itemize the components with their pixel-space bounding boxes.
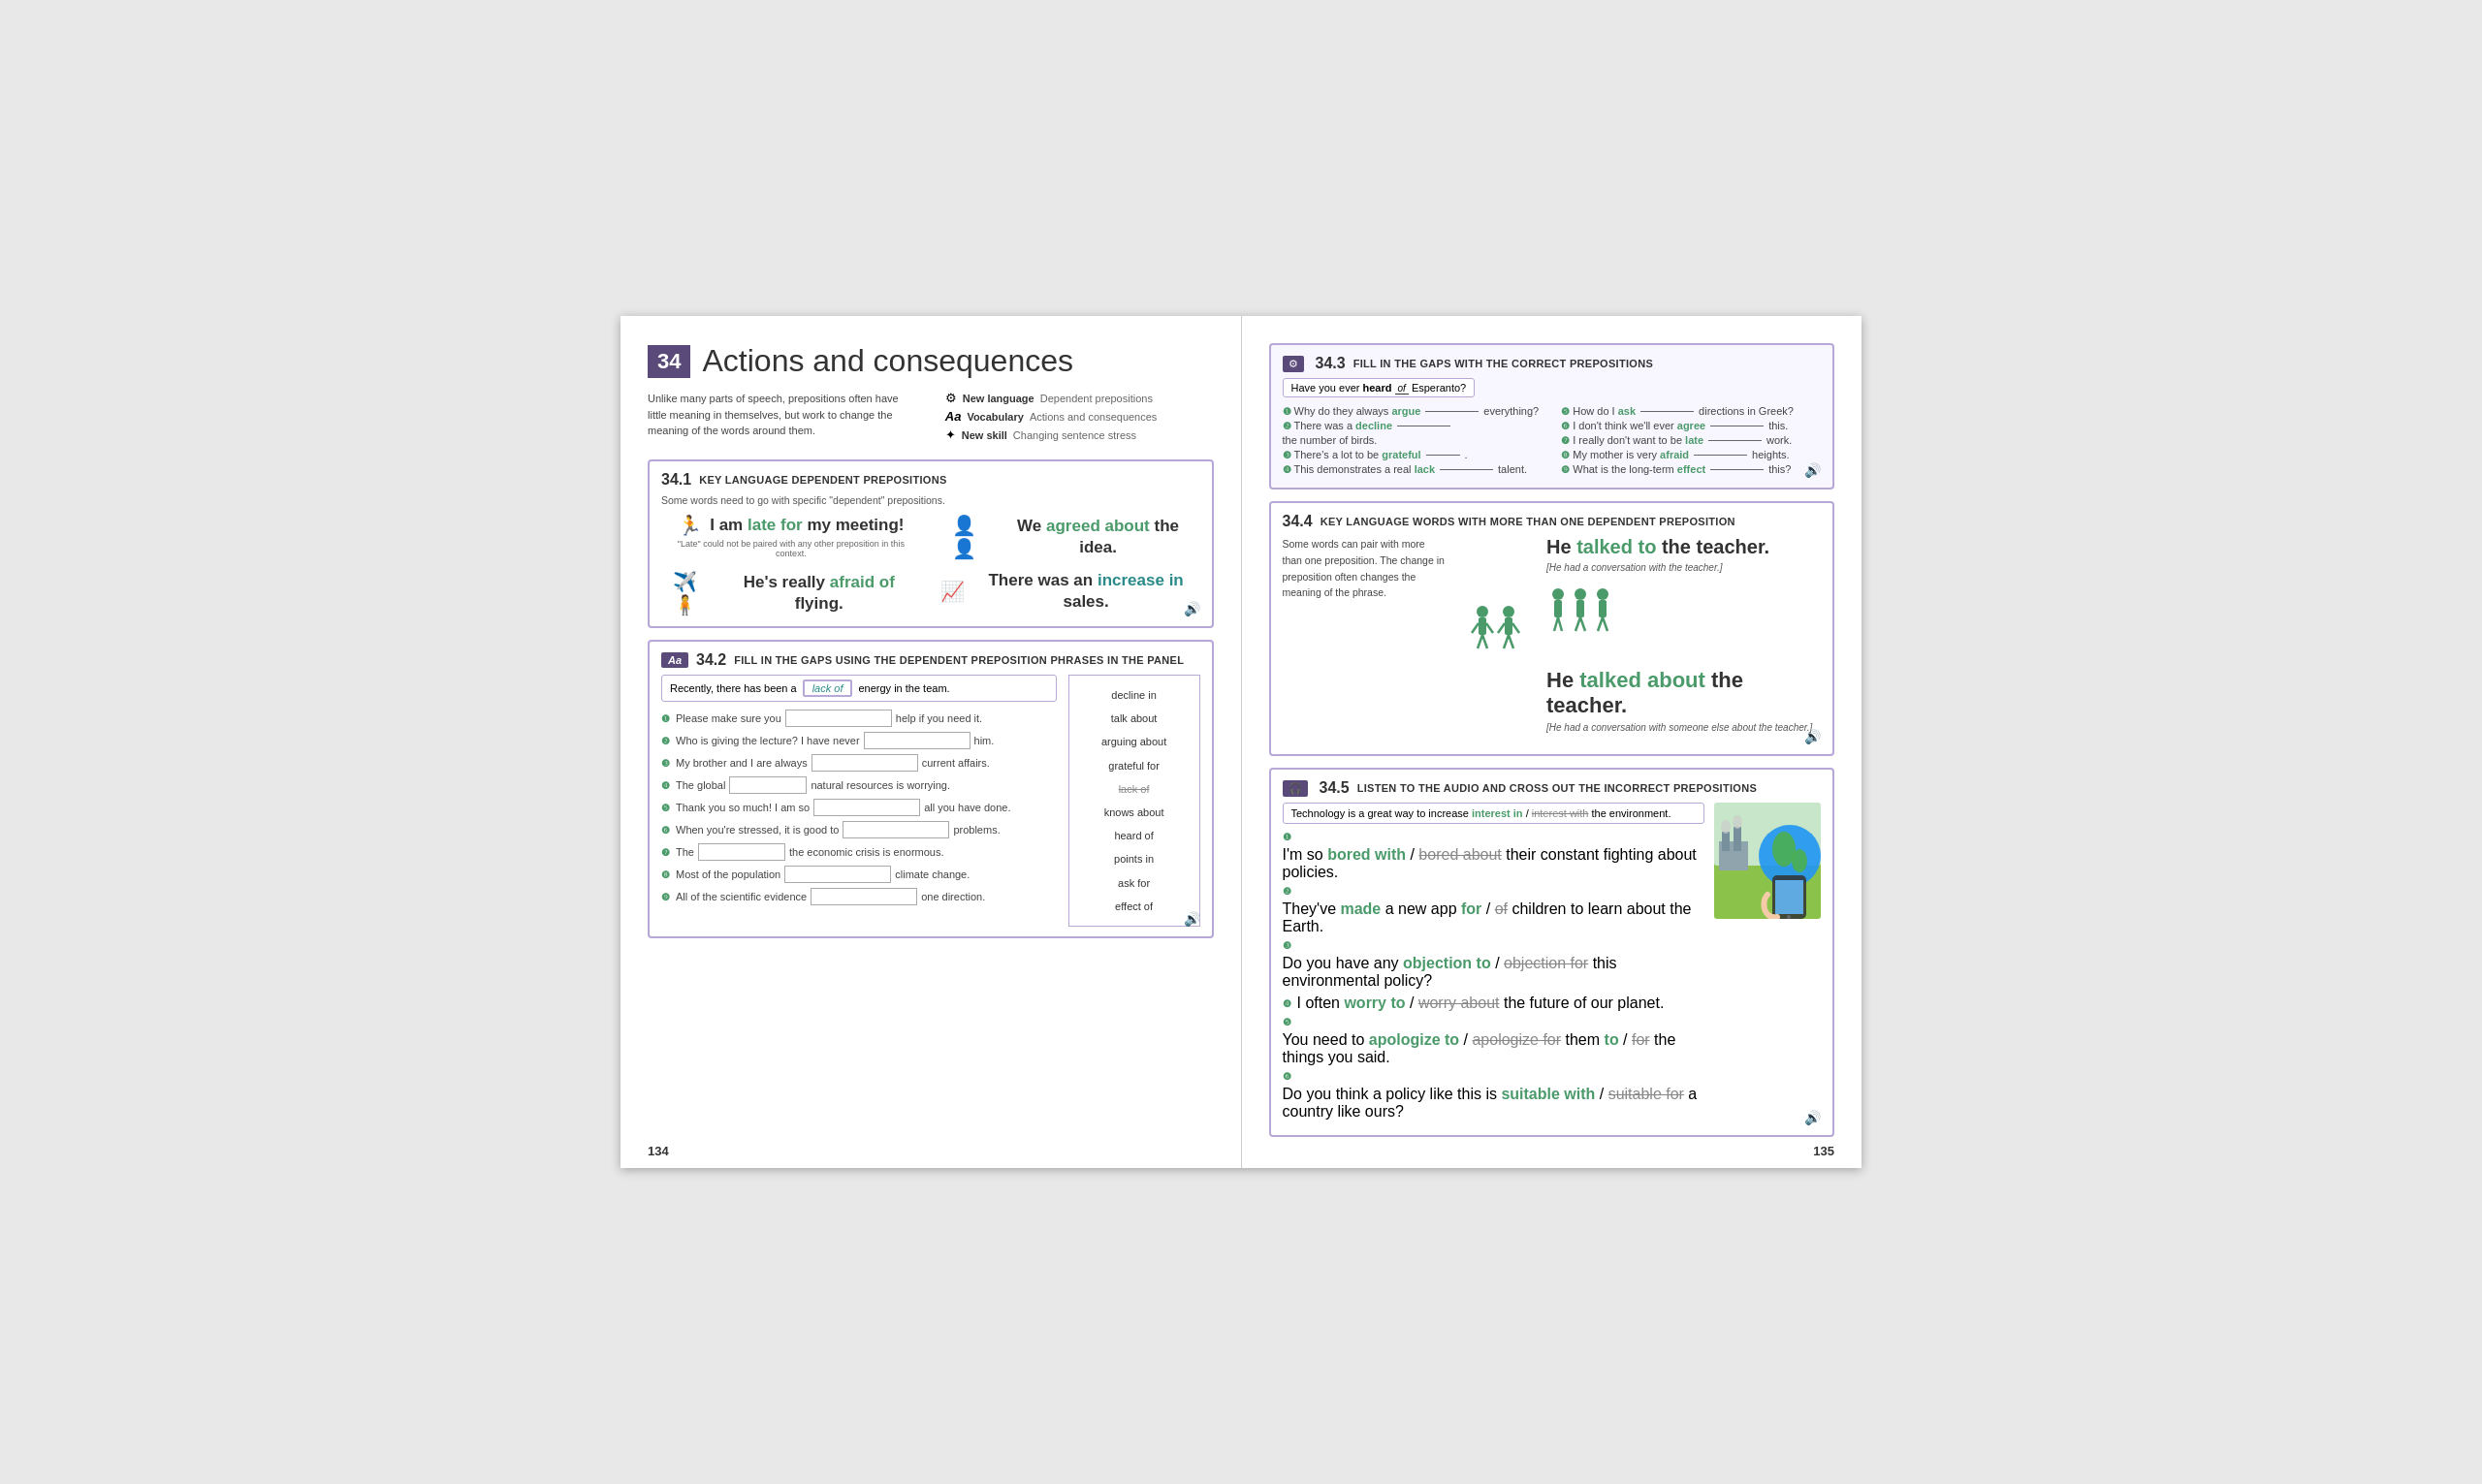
- svg-line-10: [1504, 635, 1509, 648]
- speaker-icon-341[interactable]: 🔊: [1184, 601, 1200, 616]
- svg-line-22: [1598, 617, 1603, 631]
- fill-sentence-2: ❷ Who is giving the lecture? I have neve…: [661, 732, 1057, 749]
- gap-input-3[interactable]: [811, 754, 918, 772]
- audio-sentence-4: ❹ I often worry to / worry about the fut…: [1283, 995, 1705, 1012]
- fill-left: Recently, there has been a lack of energ…: [661, 675, 1057, 927]
- intro-row: Unlike many parts of speech, preposition…: [648, 391, 1214, 446]
- speaker-icon-343[interactable]: 🔊: [1804, 462, 1821, 478]
- audio-header-sentence: Technology is a great way to increase in…: [1283, 803, 1705, 824]
- svg-point-33: [1792, 849, 1807, 872]
- svg-rect-1: [1479, 617, 1486, 635]
- speaker-icon-345[interactable]: 🔊: [1804, 1110, 1821, 1125]
- section-341: 34.1 KEY LANGUAGE DEPENDENT PREPOSITIONS…: [648, 459, 1214, 628]
- audio-sentence-1: ❶ I'm so bored with / bored about their …: [1283, 832, 1705, 881]
- fill-sentence-4: ❹ The global natural resources is worryi…: [661, 776, 1057, 794]
- svg-line-15: [1558, 617, 1562, 631]
- fill-sentence-7: ❼ The the economic crisis is enormous.: [661, 843, 1057, 861]
- svg-line-23: [1603, 617, 1607, 631]
- fill-right-panel: decline in talk about arguing about grat…: [1068, 675, 1200, 927]
- svg-rect-27: [1722, 832, 1730, 851]
- speaker-icon-342[interactable]: 🔊: [1184, 911, 1200, 927]
- gap-input-7[interactable]: [698, 843, 785, 861]
- section-343: ⚙ 34.3 FILL IN THE GAPS WITH THE CORRECT…: [1269, 343, 1835, 489]
- section-345-header: 🎧 34.5 LISTEN TO THE AUDIO AND CROSS OUT…: [1283, 779, 1822, 797]
- aa-icon: Aa: [945, 409, 962, 424]
- gap-input-8[interactable]: [784, 866, 891, 883]
- svg-point-36: [1787, 915, 1791, 919]
- svg-rect-7: [1505, 617, 1512, 635]
- page-number-left: 134: [648, 1144, 669, 1158]
- example-3: ✈️🧍 He's really afraid of flying.: [661, 570, 921, 616]
- svg-rect-17: [1576, 600, 1584, 617]
- gap-input-9[interactable]: [811, 888, 917, 905]
- section-344: 34.4 KEY LANGUAGE WORDS WITH MORE THAN O…: [1269, 501, 1835, 756]
- svg-rect-21: [1599, 600, 1607, 617]
- svg-point-16: [1575, 588, 1586, 600]
- svg-rect-13: [1554, 600, 1562, 617]
- gap-input-5[interactable]: [813, 799, 920, 816]
- chapter-header: 34 Actions and consequences: [648, 343, 1214, 379]
- section-342-header: Aa 34.2 FILL IN THE GAPS USING THE DEPEN…: [661, 651, 1200, 669]
- svg-line-5: [1482, 635, 1487, 648]
- page-number-right: 135: [1813, 1144, 1834, 1158]
- chapter-number: 34: [648, 345, 690, 378]
- intro-labels: ⚙ New language Dependent prepositions Aa…: [945, 391, 1214, 446]
- key-lang-344-content: Some words can pair with more than one p…: [1283, 536, 1822, 744]
- fill-sentence-1: ❶ Please make sure you help if you need …: [661, 710, 1057, 727]
- section-344-header: 34.4 KEY LANGUAGE WORDS WITH MORE THAN O…: [1283, 513, 1822, 530]
- svg-point-20: [1597, 588, 1608, 600]
- example-2: 👤👤 We agreed about the idea.: [940, 514, 1200, 560]
- label-vocabulary: Aa Vocabulary Actions and consequences: [945, 409, 1214, 424]
- svg-line-3: [1486, 623, 1493, 633]
- svg-line-8: [1498, 623, 1505, 633]
- section-342: Aa 34.2 FILL IN THE GAPS USING THE DEPEN…: [648, 640, 1214, 938]
- skill-icon: ✦: [945, 427, 956, 442]
- gap-input-6[interactable]: [843, 821, 949, 838]
- fill-sentence-5: ❺ Thank you so much! I am so all you hav…: [661, 799, 1057, 816]
- fill-sentence-3: ❸ My brother and I are always current af…: [661, 754, 1057, 772]
- gap-input-2[interactable]: [864, 732, 971, 749]
- person-figures-1: [1468, 602, 1526, 679]
- fill-gaps-content: Recently, there has been a lack of energ…: [661, 675, 1200, 927]
- audio-sentence-2: ❷ They've made a new app for / of childr…: [1283, 886, 1705, 935]
- svg-point-30: [1733, 815, 1742, 829]
- svg-line-11: [1509, 635, 1513, 648]
- audio-sentence-5: ❺ You need to apologize to / apologize f…: [1283, 1017, 1705, 1066]
- gaps-grid-343: ❶ Why do they always argue everything? ❷…: [1283, 405, 1822, 478]
- svg-line-9: [1512, 623, 1519, 633]
- chapter-title: Actions and consequences: [702, 343, 1072, 379]
- svg-rect-28: [1734, 827, 1741, 851]
- gear-icon: ⚙: [945, 391, 957, 405]
- svg-point-12: [1552, 588, 1564, 600]
- label-new-language: ⚙ New language Dependent prepositions: [945, 391, 1214, 405]
- gap-input-1[interactable]: [785, 710, 892, 727]
- example-4: 📈 There was an increase in sales.: [940, 570, 1200, 616]
- label-new-skill: ✦ New skill Changing sentence stress: [945, 427, 1214, 442]
- intro-text: Unlike many parts of speech, preposition…: [648, 391, 916, 446]
- audio-sentence-3: ❸ Do you have any objection to / objecti…: [1283, 940, 1705, 990]
- svg-line-18: [1575, 617, 1580, 631]
- fill-sentence-9: ❾ All of the scientific evidence one dir…: [661, 888, 1057, 905]
- section-343-header: ⚙ 34.3 FILL IN THE GAPS WITH THE CORRECT…: [1283, 355, 1822, 372]
- svg-point-6: [1503, 606, 1514, 617]
- svg-line-4: [1478, 635, 1482, 648]
- section-341-header: 34.1 KEY LANGUAGE DEPENDENT PREPOSITIONS: [661, 471, 1200, 489]
- section-345: 🎧 34.5 LISTEN TO THE AUDIO AND CROSS OUT…: [1269, 768, 1835, 1137]
- example-1: 🏃 I am late for my meeting! "Late" could…: [661, 514, 921, 560]
- fill-sentence-6: ❻ When you're stressed, it is good to pr…: [661, 821, 1057, 838]
- svg-line-19: [1580, 617, 1585, 631]
- fill-sentence-8: ❽ Most of the population climate change.: [661, 866, 1057, 883]
- gap-input-4[interactable]: [729, 776, 807, 794]
- svg-line-2: [1472, 623, 1479, 633]
- svg-rect-35: [1775, 880, 1803, 914]
- word-panel: decline in talk about arguing about grat…: [1068, 675, 1200, 927]
- speaker-icon-344[interactable]: 🔊: [1804, 729, 1821, 744]
- key-lang-examples: 🏃 I am late for my meeting! "Late" could…: [661, 514, 1200, 616]
- svg-point-0: [1477, 606, 1488, 617]
- audio-sentence-6: ❻ Do you think a policy like this is sui…: [1283, 1071, 1705, 1121]
- svg-point-29: [1721, 820, 1731, 834]
- env-illustration: [1714, 803, 1821, 1125]
- first-sentence-row: Recently, there has been a lack of energ…: [661, 675, 1057, 702]
- person-figures-2: [1546, 584, 1614, 662]
